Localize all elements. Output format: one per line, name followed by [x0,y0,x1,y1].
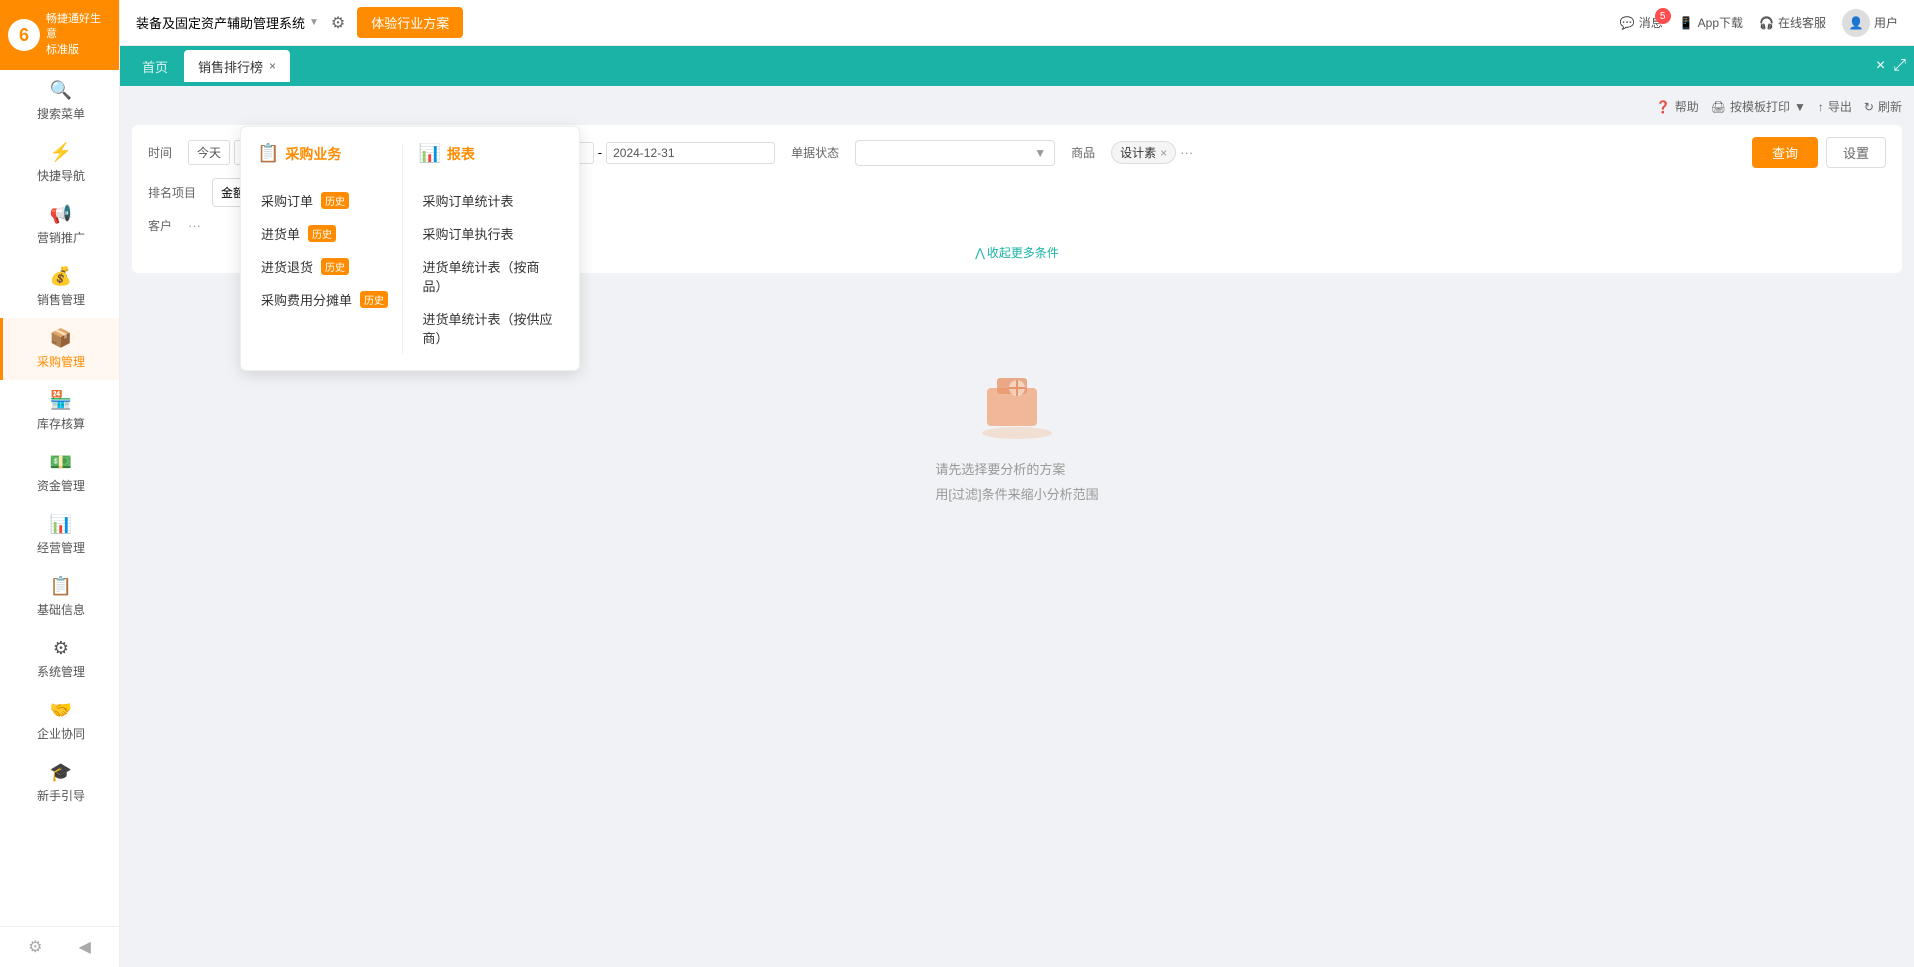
tabbar-actions: × ⤢ [1876,57,1906,75]
purchase-return-label: 进货退货 [261,257,313,276]
tab-sales-rank[interactable]: 销售排行榜 × [184,50,290,82]
sidebar-item-enterprise[interactable]: 🤝 企业协同 [0,690,119,752]
sidebar-item-label-guide: 新手引导 [37,787,85,804]
online-service-item[interactable]: 🎧 在线客服 [1759,14,1826,31]
notification-badge: 5 [1655,8,1671,24]
search-icon: 🔍 [50,80,72,101]
sidebar-item-label-search: 搜索菜单 [37,105,85,122]
dropdown-item-purchase-return[interactable]: 进货退货 历史 [257,250,402,283]
reports-icon: 📊 [419,143,441,164]
in-stat-supplier-label: 进货单统计表（按供应商） [423,309,560,347]
purchase-order-label: 采购订单 [261,191,313,210]
tabbar: 首页 销售排行榜 × × ⤢ [120,46,1914,86]
tab-home[interactable]: 首页 [128,50,182,82]
dropdown-item-in-stat-supplier[interactable]: 进货单统计表（按供应商） [419,302,564,354]
sidebar-item-guide[interactable]: 🎓 新手引导 [0,752,119,814]
marketing-icon: 📢 [50,204,72,225]
dropdown-item-in-stat-goods[interactable]: 进货单统计表（按商品） [419,250,564,302]
main-area: 装备及固定资产辅助管理系统 ▼ ⚙ 体验行业方案 💬 消息 5 📱 App下载 … [120,0,1914,967]
purchase-business-icon: 📋 [257,143,279,164]
topbar: 装备及固定资产辅助管理系统 ▼ ⚙ 体验行业方案 💬 消息 5 📱 App下载 … [120,0,1914,46]
sidebar-item-search[interactable]: 🔍 搜索菜单 [0,70,119,132]
sidebar-item-label-marketing: 营销推广 [37,229,85,246]
dropdown-arrow-icon: ▼ [309,17,319,28]
sidebar-item-operations[interactable]: 📊 经营管理 [0,504,119,566]
sidebar-item-quick-nav[interactable]: ⚡ 快捷导航 [0,132,119,194]
sidebar-nav: 🔍 搜索菜单⚡ 快捷导航📢 营销推广💰 销售管理📦 采购管理🏪 库存核算💵 资金… [0,70,119,926]
sidebar-item-label-inventory: 库存核算 [37,415,85,432]
app-download-item[interactable]: 📱 App下载 [1679,14,1743,31]
sidebar-logo: 6 畅捷通好生意 标准版 [0,0,119,70]
dropdown-item-purchase-order[interactable]: 采购订单 历史 [257,184,402,217]
sidebar-item-label-system: 系统管理 [37,663,85,680]
sidebar-item-label-finance: 资金管理 [37,477,85,494]
topbar-settings-icon[interactable]: ⚙ [331,13,345,33]
guide-icon: 🎓 [50,762,72,783]
history-badge-purchase-expense: 历史 [360,291,388,308]
industry-solution-button[interactable]: 体验行业方案 [357,7,463,38]
sidebar-item-sales[interactable]: 💰 销售管理 [0,256,119,318]
sales-icon: 💰 [50,266,72,287]
history-badge-purchase-return: 历史 [321,258,349,275]
headset-icon: 🎧 [1759,16,1774,30]
sidebar-item-purchase[interactable]: 📦 采购管理 [0,318,119,380]
inventory-icon: 🏪 [50,390,72,411]
purchase-icon: 📦 [50,328,72,349]
content-area: 📋 采购业务 采购订单 历史进货单 历史进货退货 历史采购费用分摊单 历史 📊 … [120,86,1914,967]
reports-title: 📊 报表 [419,143,564,172]
in-stat-goods-label: 进货单统计表（按商品） [423,257,560,295]
finance-icon: 💵 [50,452,72,473]
purchase-dropdown-menu: 📋 采购业务 采购订单 历史进货单 历史进货退货 历史采购费用分摊单 历史 📊 … [240,126,580,371]
logo-icon: 6 [8,19,40,51]
tab-close-icon[interactable]: × [269,59,276,73]
avatar: 👤 [1842,9,1870,37]
order-exec-label: 采购订单执行表 [423,224,514,243]
purchase-business-items: 采购订单 历史进货单 历史进货退货 历史采购费用分摊单 历史 [257,184,402,316]
history-badge-purchase-in: 历史 [308,225,336,242]
logo-text: 畅捷通好生意 标准版 [46,12,111,58]
sidebar-settings-btn[interactable]: ⚙ [28,937,42,957]
purchase-in-label: 进货单 [261,224,300,243]
purchase-business-col: 📋 采购业务 采购订单 历史进货单 历史进货退货 历史采购费用分摊单 历史 [257,143,402,354]
system-icon: ⚙ [53,638,69,659]
sidebar-item-marketing[interactable]: 📢 营销推广 [0,194,119,256]
dropdown-item-purchase-in[interactable]: 进货单 历史 [257,217,402,250]
order-stat-label: 采购订单统计表 [423,191,514,210]
reports-items: 采购订单统计表采购订单执行表进货单统计表（按商品） 进货单统计表（按供应商） [419,184,564,354]
phone-icon: 📱 [1679,16,1694,30]
basic-info-icon: 📋 [50,576,72,597]
purchase-expense-label: 采购费用分摊单 [261,290,352,309]
topbar-right: 💬 消息 5 📱 App下载 🎧 在线客服 👤 用户 [1620,9,1898,37]
sidebar-item-label-quick-nav: 快捷导航 [37,167,85,184]
purchase-business-title: 📋 采购业务 [257,143,402,172]
sidebar-item-label-enterprise: 企业协同 [37,725,85,742]
tabbar-close-icon[interactable]: × [1876,57,1885,75]
sidebar: 6 畅捷通好生意 标准版 🔍 搜索菜单⚡ 快捷导航📢 营销推广💰 销售管理📦 采… [0,0,120,967]
quick-nav-icon: ⚡ [50,142,72,163]
sidebar-item-label-purchase: 采购管理 [37,353,85,370]
system-title: 装备及固定资产辅助管理系统 [136,13,305,32]
notification-item[interactable]: 💬 消息 5 [1620,14,1663,31]
sidebar-item-inventory[interactable]: 🏪 库存核算 [0,380,119,442]
enterprise-icon: 🤝 [50,700,72,721]
sidebar-collapse-btn[interactable]: ◀ [79,937,91,957]
sidebar-item-system[interactable]: ⚙ 系统管理 [0,628,119,690]
dropdown-item-purchase-expense[interactable]: 采购费用分摊单 历史 [257,283,402,316]
system-title-dropdown[interactable]: 装备及固定资产辅助管理系统 ▼ [136,13,319,32]
reports-col: 📊 报表 采购订单统计表采购订单执行表进货单统计表（按商品） 进货单统计表（按供应… [402,143,564,354]
notification-icon: 💬 [1620,16,1635,30]
sidebar-item-label-sales: 销售管理 [37,291,85,308]
sidebar-item-label-basic-info: 基础信息 [37,601,85,618]
dropdown-item-order-stat[interactable]: 采购订单统计表 [419,184,564,217]
tabbar-expand-icon[interactable]: ⤢ [1893,57,1906,75]
operations-icon: 📊 [50,514,72,535]
sidebar-item-basic-info[interactable]: 📋 基础信息 [0,566,119,628]
history-badge-purchase-order: 历史 [321,192,349,209]
sidebar-item-label-operations: 经营管理 [37,539,85,556]
sidebar-bottom: ⚙ ◀ [0,926,119,967]
dropdown-item-order-exec[interactable]: 采购订单执行表 [419,217,564,250]
sidebar-item-finance[interactable]: 💵 资金管理 [0,442,119,504]
user-item[interactable]: 👤 用户 [1842,9,1898,37]
